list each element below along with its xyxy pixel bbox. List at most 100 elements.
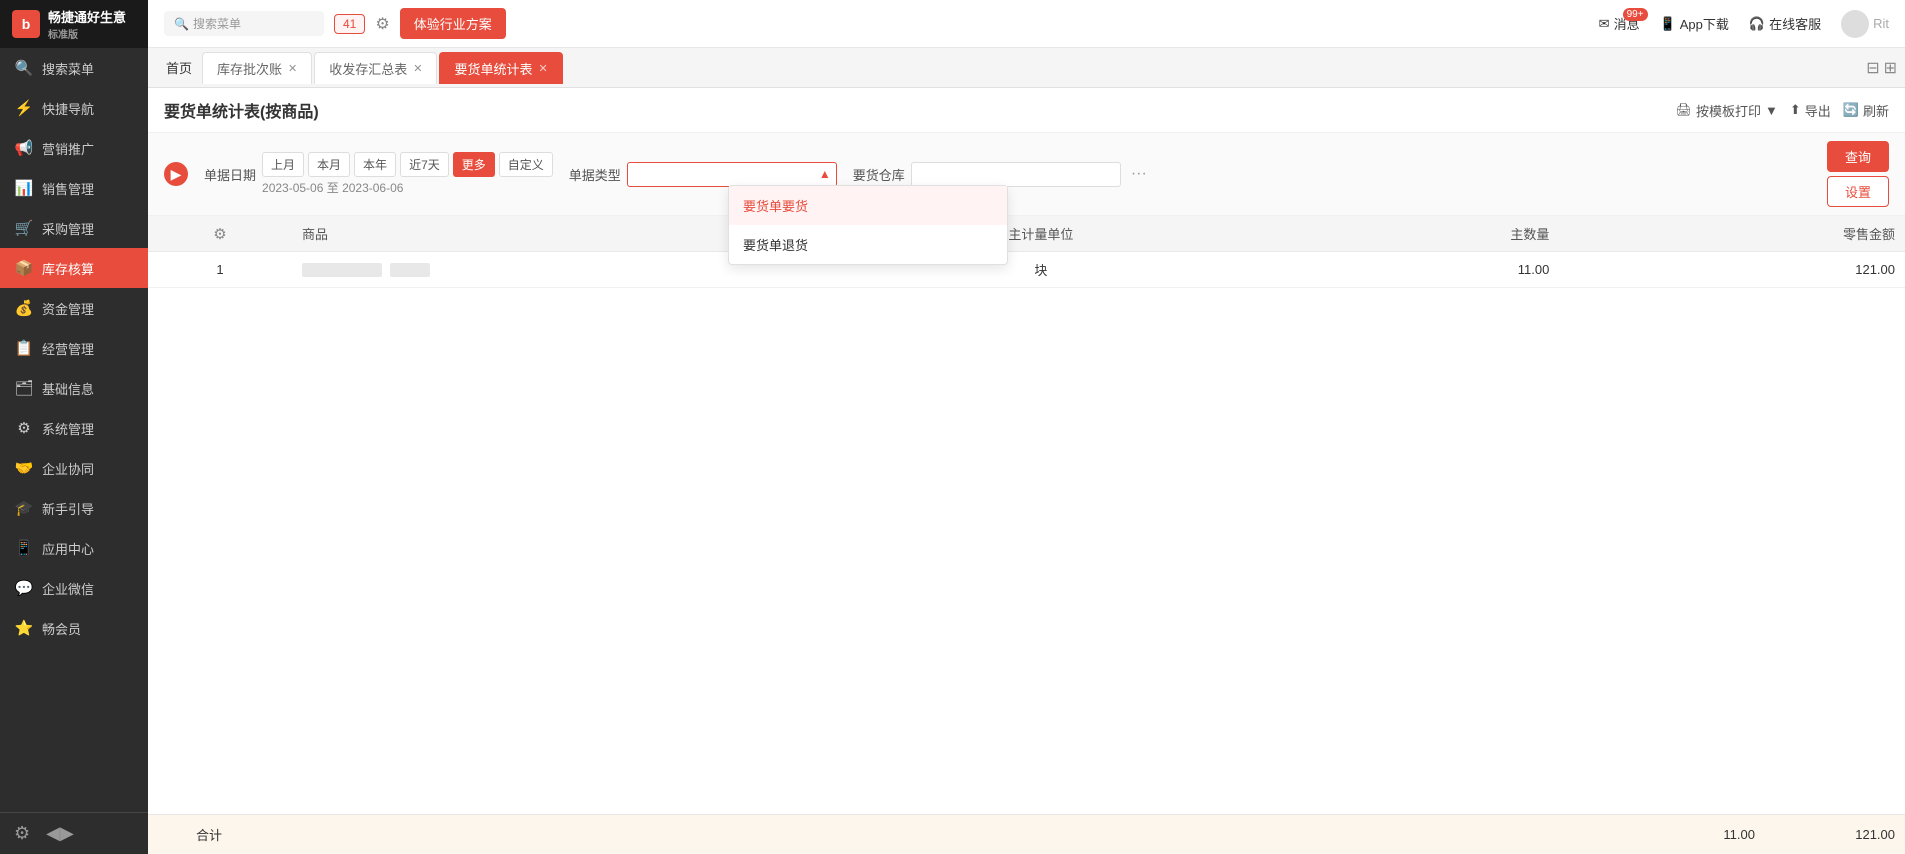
- user-avatar[interactable]: Rit: [1841, 10, 1889, 38]
- sidebar-item-label: 系统管理: [42, 419, 94, 438]
- col-index: ⚙: [148, 216, 292, 252]
- sidebar-item-app-center[interactable]: 📱 应用中心: [0, 528, 148, 568]
- cell-index: 1: [148, 252, 292, 288]
- sidebar-item-label: 应用中心: [42, 539, 94, 558]
- custom-btn[interactable]: 自定义: [499, 152, 553, 177]
- sidebar-item-inventory[interactable]: 📦 库存核算: [0, 248, 148, 288]
- print-icon: 🖨: [1675, 102, 1692, 118]
- tab-close-icon[interactable]: ✕: [413, 62, 422, 75]
- sidebar-item-label: 企业协同: [42, 459, 94, 478]
- sidebar-item-finance[interactable]: 💰 资金管理: [0, 288, 148, 328]
- sidebar-item-basic[interactable]: 🗂 基础信息: [0, 368, 148, 408]
- refresh-btn[interactable]: 🔄 刷新: [1843, 101, 1889, 120]
- topbar-left: 🔍 搜索菜单 41 ⚙ 体验行业方案: [164, 8, 506, 39]
- type-dropdown: 要货单要货 要货单退货: [728, 185, 1008, 265]
- cell-quantity: 11.00: [1214, 252, 1560, 288]
- current-year-btn[interactable]: 本年: [354, 152, 396, 177]
- tab-label: 库存批次账: [217, 59, 282, 78]
- inventory-icon: 📦: [14, 258, 34, 278]
- cell-amount: 121.00: [1559, 252, 1905, 288]
- sidebar-item-system[interactable]: ⚙ 系统管理: [0, 408, 148, 448]
- recent7-btn[interactable]: 近7天: [400, 152, 449, 177]
- sidebar-item-purchase[interactable]: 🛒 采购管理: [0, 208, 148, 248]
- main-area: 🔍 搜索菜单 41 ⚙ 体验行业方案 ✉ 消息 99+ 📱 App下载 🎧 在线…: [148, 0, 1905, 854]
- logo-text-block: 畅捷通好生意 标准版: [48, 7, 126, 41]
- tab-label: 要货单统计表: [454, 59, 532, 78]
- content-area: 要货单统计表(按商品) 🖨 按模板打印 ▼ ⬆ 导出 🔄 刷新 ▶: [148, 88, 1905, 854]
- footer-label: 合计: [158, 825, 358, 844]
- date-filter-col: 上月 本月 本年 近7天 更多 自定义 2023-05-06 至 2023-06…: [262, 152, 553, 196]
- sidebar-item-search[interactable]: 🔍 搜索菜单: [0, 48, 148, 88]
- more-btn[interactable]: 更多: [453, 152, 495, 177]
- export-label: 导出: [1805, 101, 1831, 120]
- tab-home[interactable]: 首页: [156, 52, 202, 83]
- avatar-image: [1841, 10, 1869, 38]
- online-service-label: 在线客服: [1769, 14, 1821, 33]
- warehouse-label: 要货仓库: [853, 165, 905, 184]
- message-icon: ✉: [1599, 16, 1610, 32]
- table-settings-icon[interactable]: ⚙: [213, 226, 226, 243]
- sidebar-item-marketing[interactable]: 📢 营销推广: [0, 128, 148, 168]
- export-btn[interactable]: ⬆ 导出: [1790, 101, 1831, 120]
- sidebar-item-label: 畅会员: [42, 619, 81, 638]
- sidebar-nav: 🔍 搜索菜单 ⚡ 快捷导航 📢 营销推广 📊 销售管理 🛒 采购管理 📦 库存核…: [0, 48, 148, 812]
- tabs-right: ⊟ ⊞: [1866, 58, 1897, 78]
- topbar-gear-icon[interactable]: ⚙: [375, 14, 389, 34]
- system-icon: ⚙: [14, 418, 34, 438]
- settings-btn[interactable]: 设置: [1827, 176, 1889, 207]
- prev-month-btn[interactable]: 上月: [262, 152, 304, 177]
- type-select-input[interactable]: [627, 162, 837, 187]
- dropdown-item-order-goods[interactable]: 要货单要货: [729, 186, 1007, 225]
- sidebar-item-guide[interactable]: 🎓 新手引导: [0, 488, 148, 528]
- dropdown-item-order-return[interactable]: 要货单退货: [729, 225, 1007, 264]
- tab-order-stats[interactable]: 要货单统计表 ✕: [439, 52, 562, 84]
- print-chevron-icon: ▼: [1765, 103, 1778, 118]
- current-month-btn[interactable]: 本月: [308, 152, 350, 177]
- print-btn[interactable]: 🖨 按模板打印 ▼: [1675, 101, 1777, 120]
- online-service-item[interactable]: 🎧 在线客服: [1749, 14, 1821, 33]
- sidebar-item-label: 库存核算: [42, 259, 94, 278]
- sidebar-item-wechat[interactable]: 💬 企业微信: [0, 568, 148, 608]
- sidebar-item-label: 采购管理: [42, 219, 94, 238]
- message-item[interactable]: ✉ 消息 99+: [1599, 14, 1640, 33]
- tabs-expand-icon[interactable]: ⊞: [1884, 58, 1897, 78]
- operations-icon: 📋: [14, 338, 34, 358]
- tabs-bar: 首页 库存批次账 ✕ 收发存汇总表 ✕ 要货单统计表 ✕ ⊟ ⊞: [148, 48, 1905, 88]
- logo-icon: b: [12, 10, 40, 38]
- sidebar-item-sales[interactable]: 📊 销售管理: [0, 168, 148, 208]
- footer-total-label: 合计: [196, 828, 222, 843]
- tab-receive-summary[interactable]: 收发存汇总表 ✕: [314, 52, 437, 84]
- bottom-collapse-icon[interactable]: ◀▶: [46, 823, 74, 844]
- footer-amount: 121.00: [1775, 827, 1895, 842]
- sidebar-item-label: 销售管理: [42, 179, 94, 198]
- date-label: 单据日期: [204, 165, 256, 184]
- tab-inventory-batch[interactable]: 库存批次账 ✕: [202, 52, 312, 84]
- filter-expand-btn[interactable]: ▶: [164, 162, 188, 186]
- tabs-minimize-icon[interactable]: ⊟: [1866, 58, 1879, 78]
- date-btns: 上月 本月 本年 近7天 更多 自定义: [262, 152, 553, 177]
- sidebar-item-operations[interactable]: 📋 经营管理: [0, 328, 148, 368]
- app-download-item[interactable]: 📱 App下载: [1660, 14, 1729, 33]
- type-filter-group: 单据类型 ▲: [569, 162, 837, 187]
- tab-close-icon[interactable]: ✕: [539, 62, 548, 75]
- online-service-icon: 🎧: [1749, 16, 1765, 32]
- sidebar-item-quick-nav[interactable]: ⚡ 快捷导航: [0, 88, 148, 128]
- search-menu-input[interactable]: 🔍 搜索菜单: [164, 11, 324, 36]
- tab-label: 收发存汇总表: [329, 59, 407, 78]
- sidebar-item-enterprise[interactable]: 🤝 企业协同: [0, 448, 148, 488]
- sidebar-item-label: 基础信息: [42, 379, 94, 398]
- basic-icon: 🗂: [14, 378, 34, 398]
- bottom-settings-icon[interactable]: ⚙: [14, 823, 30, 844]
- query-btn[interactable]: 查询: [1827, 141, 1889, 172]
- export-icon: ⬆: [1790, 102, 1801, 118]
- warehouse-input[interactable]: [911, 162, 1121, 187]
- table-wrap: ⚙ 商品 主计量单位 主数量 零售金额 1: [148, 216, 1905, 814]
- tab-close-icon[interactable]: ✕: [288, 62, 297, 75]
- warehouse-dots[interactable]: ···: [1131, 165, 1147, 183]
- quick-nav-icon: ⚡: [14, 98, 34, 118]
- sidebar-item-membership[interactable]: ⭐ 畅会员: [0, 608, 148, 648]
- sidebar-item-label: 企业微信: [42, 579, 94, 598]
- table-header-row: ⚙ 商品 主计量单位 主数量 零售金额: [148, 216, 1905, 252]
- topbar-num-badge[interactable]: 41: [334, 14, 365, 34]
- industry-btn[interactable]: 体验行业方案: [400, 8, 506, 39]
